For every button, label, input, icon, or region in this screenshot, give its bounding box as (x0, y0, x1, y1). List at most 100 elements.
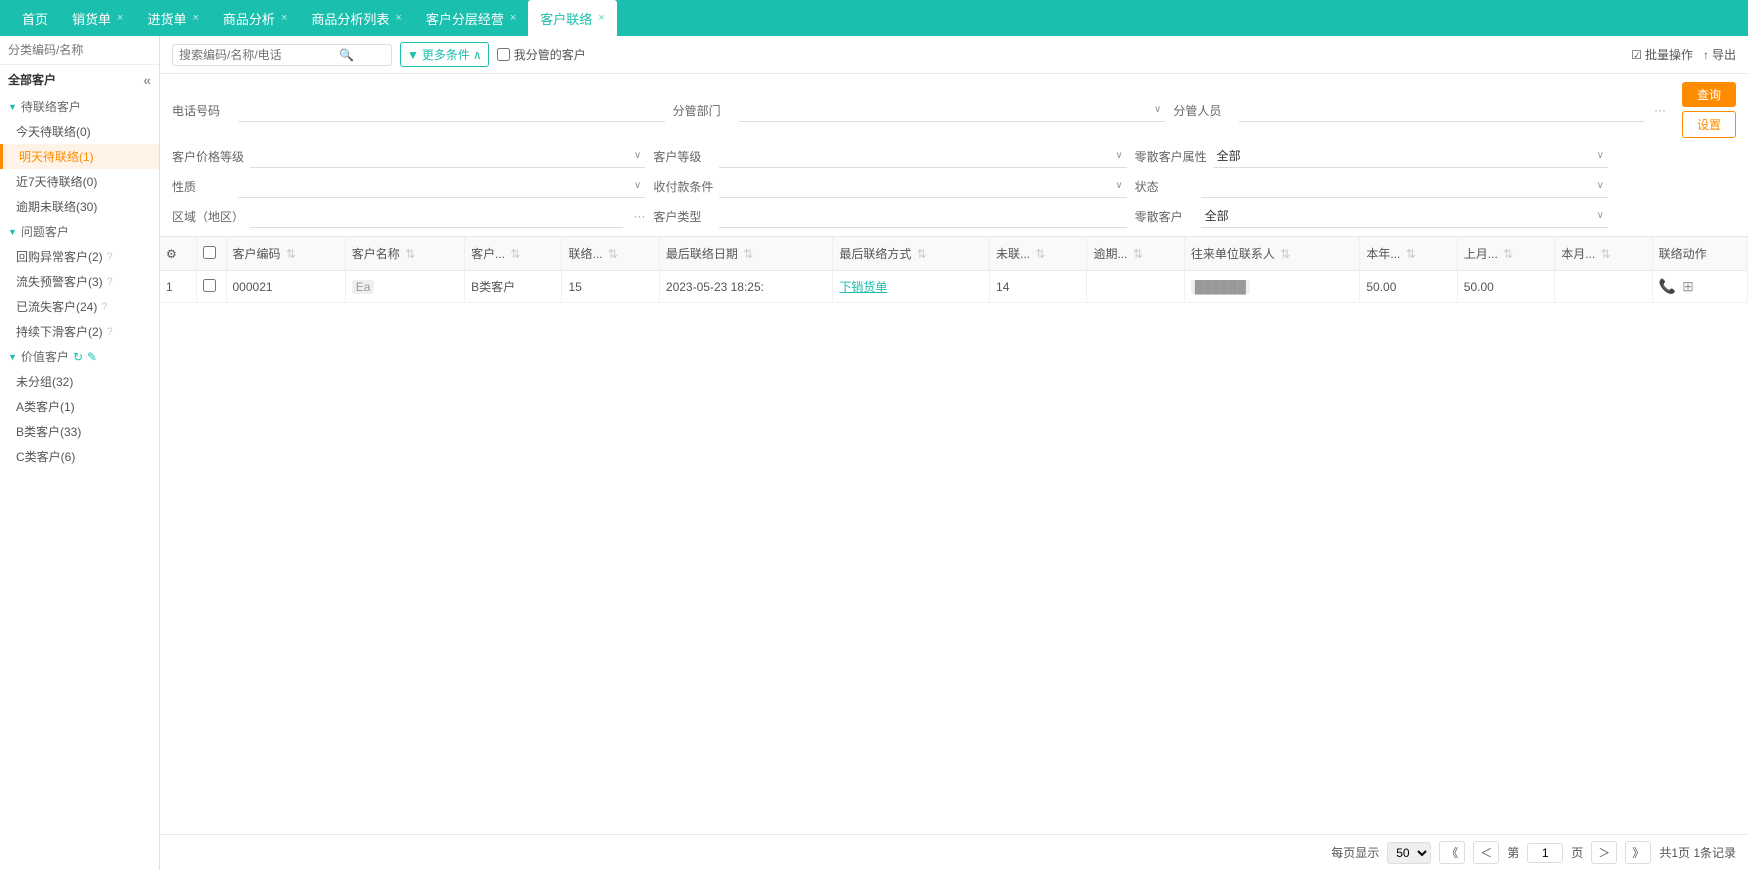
filter-status-select[interactable]: ∨ (1201, 174, 1608, 198)
nav-customer-segment[interactable]: 客户分层经营 × (414, 0, 528, 36)
nav-sales[interactable]: 销货单 × (60, 0, 135, 36)
row-checkbox[interactable] (203, 279, 216, 292)
nav-home[interactable]: 首页 (10, 0, 60, 36)
filter-action-btns: 查询 设置 (1682, 82, 1736, 138)
sort-uncontacted-icon: ⇅ (1035, 247, 1045, 261)
sidebar: 🔍 全部客户 « 待联络客户 今天待联络(0) 明天待联络(1) 近7天待联络(… (0, 36, 160, 870)
sidebar-item-lost[interactable]: 已流失客户(24) ? (0, 294, 159, 319)
phone-action-icon[interactable]: 📞 (1659, 278, 1676, 295)
filter-region-select[interactable] (250, 204, 623, 228)
next-page-btn[interactable]: ＞ (1591, 841, 1617, 864)
grid-action-icon[interactable]: ⊞ (1682, 278, 1694, 295)
sidebar-item-repurchase-abnormal[interactable]: 回购异常客户(2) ? (0, 244, 159, 269)
close-contact-icon[interactable]: × (598, 12, 604, 24)
filter-customer-type-select[interactable] (719, 204, 1126, 228)
table-row: 1 000021 Ea B类客户 (160, 271, 1748, 303)
close-purchase-icon[interactable]: × (192, 12, 198, 24)
row-last-method-link[interactable]: 下销货单 (839, 280, 887, 294)
content-area: 🔍 ▼ 更多条件 ∧ 我分管的客户 ☑ 批量操作 ↑ 导出 (160, 36, 1748, 870)
filter-row-4: 区域（地区） ··· 客户类型 零散客户 全部 ∨ (172, 204, 1736, 228)
sidebar-item-class-b[interactable]: B类客户(33) (0, 419, 159, 444)
nav-purchase[interactable]: 进货单 × (135, 0, 210, 36)
query-btn[interactable]: 查询 (1682, 82, 1736, 107)
col-overdue[interactable]: 逾期... ⇅ (1087, 237, 1184, 271)
sidebar-group-value: 价值客户 ↻ ✎ (0, 344, 159, 369)
col-name[interactable]: 客户名称 ⇅ (345, 237, 464, 271)
customer-table: ⚙ 客户编码 ⇅ 客户名称 ⇅ (160, 237, 1748, 303)
value-refresh-icon[interactable]: ↻ (73, 350, 83, 364)
sidebar-item-today[interactable]: 今天待联络(0) (0, 119, 159, 144)
all-customers-label: 全部客户 (8, 71, 56, 88)
filter-payment-select[interactable]: ∨ (719, 174, 1126, 198)
filter-customer-level-select[interactable]: ∨ (719, 144, 1126, 168)
col-this-month[interactable]: 本月... ⇅ (1555, 237, 1652, 271)
more-filter-btn[interactable]: ▼ 更多条件 ∧ (400, 42, 489, 67)
toolbar: 🔍 ▼ 更多条件 ∧ 我分管的客户 ☑ 批量操作 ↑ 导出 (160, 36, 1748, 74)
toolbar-search-input[interactable] (179, 48, 339, 62)
sidebar-item-decline[interactable]: 持续下滑客户(2) ? (0, 319, 159, 344)
col-settings[interactable]: ⚙ (160, 237, 196, 271)
retail-attr-chevron-icon: ∨ (1597, 150, 1604, 161)
my-customers-checkbox-label[interactable]: 我分管的客户 (497, 46, 586, 63)
table-container: ⚙ 客户编码 ⇅ 客户名称 ⇅ (160, 237, 1748, 834)
sidebar-group-problem: 问题客户 (0, 219, 159, 244)
all-customers-header[interactable]: 全部客户 « (0, 65, 159, 94)
sort-last-month-icon: ⇅ (1503, 247, 1513, 261)
filter-dept-select[interactable]: ∨ (739, 98, 1166, 122)
sidebar-item-ungrouped[interactable]: 未分组(32) (0, 369, 159, 394)
my-customers-checkbox[interactable] (497, 48, 510, 61)
toolbar-search-icon[interactable]: 🔍 (339, 48, 354, 62)
col-code[interactable]: 客户编码 ⇅ (226, 237, 345, 271)
row-last-date-cell: 2023-05-23 18:25: (659, 271, 832, 303)
row-name-cell: Ea (345, 271, 464, 303)
filter-nature-select[interactable]: ∨ (238, 174, 645, 198)
filter-region-dots[interactable]: ··· (633, 209, 645, 223)
page-input[interactable] (1527, 843, 1563, 863)
col-unit-contact[interactable]: 往来单位联系人 ⇅ (1184, 237, 1359, 271)
export-btn[interactable]: ↑ 导出 (1703, 46, 1736, 63)
last-page-btn[interactable]: 》 (1625, 841, 1651, 864)
filter-price-level-select[interactable]: ∨ (250, 144, 645, 168)
close-segment-icon[interactable]: × (510, 12, 516, 24)
nav-analysis-list[interactable]: 商品分析列表 × (299, 0, 413, 36)
main-layout: 🔍 全部客户 « 待联络客户 今天待联络(0) 明天待联络(1) 近7天待联络(… (0, 36, 1748, 870)
payment-chevron-icon: ∨ (1115, 180, 1122, 191)
sort-last-date-icon: ⇅ (743, 247, 753, 261)
sidebar-search-input[interactable] (8, 43, 160, 57)
collapse-icon: « (143, 72, 151, 88)
close-analysis-icon[interactable]: × (281, 12, 287, 24)
col-this-year[interactable]: 本年... ⇅ (1360, 237, 1457, 271)
nav-analysis[interactable]: 商品分析 × (211, 0, 299, 36)
col-last-method[interactable]: 最后联络方式 ⇅ (833, 237, 990, 271)
filter-person-select[interactable] (1239, 98, 1644, 122)
col-last-date[interactable]: 最后联络日期 ⇅ (659, 237, 832, 271)
setting-btn[interactable]: 设置 (1682, 111, 1736, 138)
per-page-label: 每页显示 (1331, 844, 1379, 861)
per-page-select[interactable]: 50 (1387, 842, 1431, 864)
prev-page-btn[interactable]: ＜ (1473, 841, 1499, 864)
sidebar-item-lost-risk[interactable]: 流失预警客户(3) ? (0, 269, 159, 294)
col-contact[interactable]: 联络... ⇅ (562, 237, 659, 271)
filter-retail-attr-select[interactable]: 全部 ∨ (1213, 144, 1608, 168)
close-sales-icon[interactable]: × (117, 12, 123, 24)
filter-person: 分管人员 ··· (1173, 98, 1666, 122)
sidebar-item-tomorrow[interactable]: 明天待联络(1) (0, 144, 159, 169)
select-all-checkbox[interactable] (203, 246, 216, 259)
first-page-btn[interactable]: 《 (1439, 841, 1465, 864)
help-icon-4: ? (107, 326, 113, 338)
batch-op-btn[interactable]: ☑ 批量操作 (1631, 46, 1693, 63)
col-last-month[interactable]: 上月... ⇅ (1457, 237, 1554, 271)
close-analysis-list-icon[interactable]: × (395, 12, 401, 24)
sidebar-item-week[interactable]: 近7天待联络(0) (0, 169, 159, 194)
filter-person-dots[interactable]: ··· (1654, 103, 1666, 117)
sidebar-item-class-a[interactable]: A类客户(1) (0, 394, 159, 419)
col-type[interactable]: 客户... ⇅ (465, 237, 562, 271)
toolbar-right: ☑ 批量操作 ↑ 导出 (1631, 46, 1736, 63)
value-edit-icon[interactable]: ✎ (87, 350, 97, 364)
filter-retail-customer-select[interactable]: 全部 ∨ (1201, 204, 1608, 228)
col-uncontacted[interactable]: 未联... ⇅ (990, 237, 1087, 271)
filter-phone-input[interactable] (238, 98, 665, 122)
nav-customer-contact[interactable]: 客户联络 × (528, 0, 616, 36)
sidebar-item-class-c[interactable]: C类客户(6) (0, 444, 159, 469)
sidebar-item-overdue[interactable]: 逾期未联络(30) (0, 194, 159, 219)
